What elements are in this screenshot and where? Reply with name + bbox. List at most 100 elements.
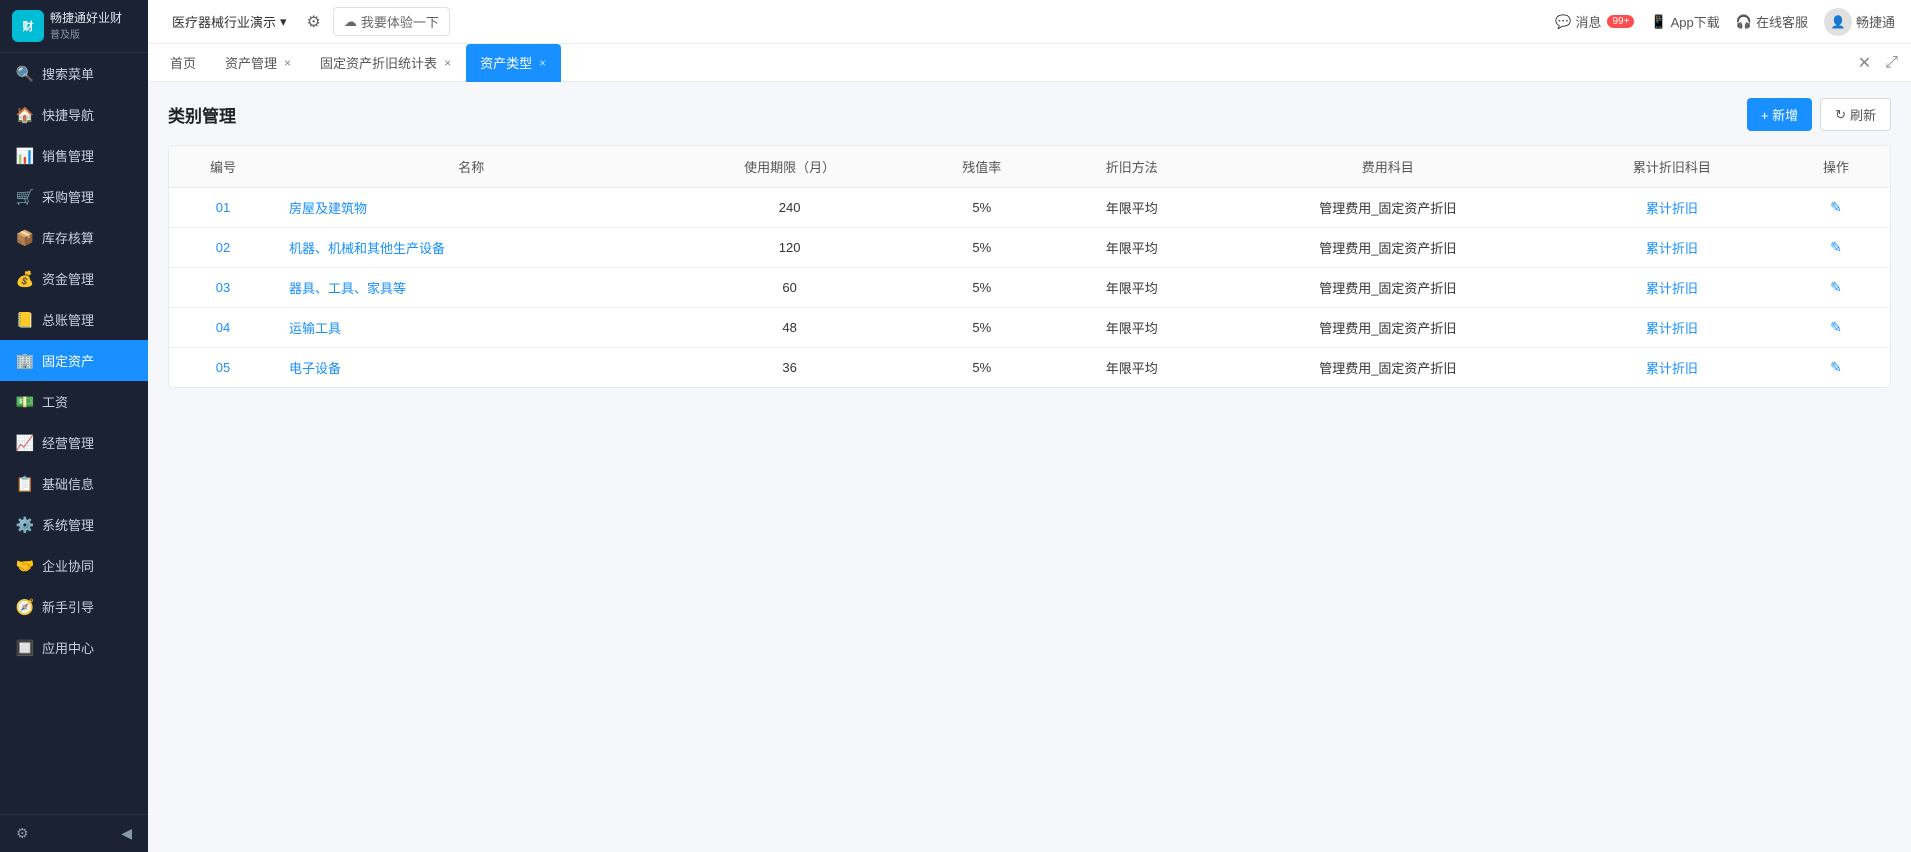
tab-label-asset-manage: 资产管理 [225,53,277,72]
sidebar-item-label-sales: 销售管理 [42,146,94,165]
ledger-icon: 📒 [16,311,34,329]
tab-asset-manage[interactable]: 资产管理 × [211,44,306,82]
edit-btn-0[interactable]: ✎ [1830,199,1842,215]
sidebar-item-appcenter[interactable]: 🔲 应用中心 [0,627,148,668]
edit-btn-4[interactable]: ✎ [1830,359,1842,375]
tab-close-asset-manage[interactable]: × [284,56,291,70]
business-icon: 📈 [16,434,34,452]
refresh-button[interactable]: ↻ 刷新 [1820,98,1891,131]
sidebar-item-fixedasset[interactable]: 🏢 固定资产 [0,340,148,381]
topbar: 医疗器械行业演示 ▾ ⚙ ☁ 我要体验一下 💬 消息 99+ 📱 App下载 🎧… [148,0,1911,44]
sidebar-item-business[interactable]: 📈 经营管理 [0,422,148,463]
main-area: 医疗器械行业演示 ▾ ⚙ ☁ 我要体验一下 💬 消息 99+ 📱 App下载 🎧… [148,0,1911,852]
sidebar-item-salary[interactable]: 💵 工资 [0,381,148,422]
sidebar-item-ledger[interactable]: 📒 总账管理 [0,299,148,340]
sidebar-item-corp[interactable]: 🤝 企业协同 [0,545,148,586]
sidebar-item-label-salary: 工资 [42,392,68,411]
settings-icon[interactable]: ⚙ [16,825,29,842]
sidebar-item-search[interactable]: 🔍 搜索菜单 [0,53,148,94]
sidebar-item-inventory[interactable]: 📦 库存核算 [0,217,148,258]
sidebar-item-label-system: 系统管理 [42,515,94,534]
avatar: 👤 [1824,8,1852,36]
cell-expense-3: 管理费用_固定资产折旧 [1214,308,1562,348]
cell-period-2: 60 [666,268,914,308]
table-row: 01 房屋及建筑物 240 5% 年限平均 管理费用_固定资产折旧 累计折旧 ✎ [169,188,1890,228]
cell-name-2: 器具、工具、家具等 [277,268,666,308]
window-close-button[interactable]: ✕ [1853,51,1876,75]
trial-button[interactable]: ☁ 我要体验一下 [333,7,450,36]
cell-accum-2: 累计折旧 [1562,268,1782,308]
sidebar-item-label-inventory: 库存核算 [42,228,94,247]
logo-icon: 财 [12,10,44,42]
tab-close-asset-type[interactable]: × [539,56,546,70]
collapse-icon[interactable]: ◀ [121,825,132,842]
cell-num-2: 03 [169,268,277,308]
cell-period-0: 240 [666,188,914,228]
cell-expense-4: 管理费用_固定资产折旧 [1214,348,1562,388]
message-badge: 99+ [1607,15,1634,28]
sales-icon: 📊 [16,147,34,165]
tab-depreciation-report[interactable]: 固定资产折旧统计表× [306,44,466,82]
inventory-icon: 📦 [16,229,34,247]
sidebar-item-label-appcenter: 应用中心 [42,638,94,657]
tab-close-depreciation-report[interactable]: × [444,56,451,70]
cell-residual-4: 5% [914,348,1050,388]
sidebar-logo: 财 畅捷通好业财 普及版 [0,0,148,53]
refresh-icon: ↻ [1835,107,1846,123]
cell-num-0: 01 [169,188,277,228]
tabsbar-window-actions: ✕ ⤢ [1853,51,1903,75]
cell-op-4: ✎ [1782,348,1890,388]
sidebar-item-label-capital: 资金管理 [42,269,94,288]
cell-op-0: ✎ [1782,188,1890,228]
tab-home[interactable]: 首页 [156,44,211,82]
cell-expense-1: 管理费用_固定资产折旧 [1214,228,1562,268]
cell-num-3: 04 [169,308,277,348]
sidebar-item-system[interactable]: ⚙️ 系统管理 [0,504,148,545]
sidebar-item-label-corp: 企业协同 [42,556,94,575]
app-download-label: App下载 [1671,12,1720,31]
cell-name-1: 机器、机械和其他生产设备 [277,228,666,268]
tab-asset-type[interactable]: 资产类型× [466,44,561,82]
sidebar-item-label-business: 经营管理 [42,433,94,452]
company-name: 医疗器械行业演示 [172,12,276,31]
table-row: 03 器具、工具、家具等 60 5% 年限平均 管理费用_固定资产折旧 累计折旧… [169,268,1890,308]
edit-btn-3[interactable]: ✎ [1830,319,1842,335]
col-header-num: 编号 [169,146,277,188]
sidebar-item-guide[interactable]: 🧭 新手引导 [0,586,148,627]
logo-text: 畅捷通好业财 [50,11,122,27]
sidebar-item-sales[interactable]: 📊 销售管理 [0,135,148,176]
edit-btn-1[interactable]: ✎ [1830,239,1842,255]
sidebar-footer: ⚙ ◀ [0,814,148,852]
table-row: 02 机器、机械和其他生产设备 120 5% 年限平均 管理费用_固定资产折旧 … [169,228,1890,268]
fixedasset-icon: 🏢 [16,352,34,370]
sidebar-item-capital[interactable]: 💰 资金管理 [0,258,148,299]
header-actions: + 新增 ↻ 刷新 [1747,98,1891,131]
company-selector[interactable]: 医疗器械行业演示 ▾ [164,8,295,35]
app-download-button[interactable]: 📱 App下载 [1650,12,1719,31]
purchase-icon: 🛒 [16,188,34,206]
online-support-button[interactable]: 🎧 在线客服 [1736,12,1808,31]
window-expand-button[interactable]: ⤢ [1880,51,1903,75]
sidebar-item-quicknav[interactable]: 🏠 快捷导航 [0,94,148,135]
tab-label-home: 首页 [170,53,196,72]
edit-btn-2[interactable]: ✎ [1830,279,1842,295]
table-row: 05 电子设备 36 5% 年限平均 管理费用_固定资产折旧 累计折旧 ✎ [169,348,1890,388]
sidebar-item-label-fixedasset: 固定资产 [42,351,94,370]
user-profile[interactable]: 👤 畅捷通 [1824,8,1895,36]
topbar-left: 医疗器械行业演示 ▾ ⚙ ☁ 我要体验一下 [164,7,450,36]
cell-accum-1: 累计折旧 [1562,228,1782,268]
settings-gear-icon[interactable]: ⚙ [303,8,325,36]
col-header-name: 名称 [277,146,666,188]
search-icon: 🔍 [16,65,34,83]
quicknav-icon: 🏠 [16,106,34,124]
message-button[interactable]: 💬 消息 99+ [1555,12,1634,31]
logo-sub: 普及版 [50,26,122,41]
sidebar-item-basic[interactable]: 📋 基础信息 [0,463,148,504]
sidebar-item-purchase[interactable]: 🛒 采购管理 [0,176,148,217]
cell-residual-2: 5% [914,268,1050,308]
new-button[interactable]: + 新增 [1747,98,1812,131]
refresh-label: 刷新 [1850,105,1876,124]
online-support-label: 在线客服 [1756,12,1808,31]
cell-accum-4: 累计折旧 [1562,348,1782,388]
sidebar-item-label-ledger: 总账管理 [42,310,94,329]
